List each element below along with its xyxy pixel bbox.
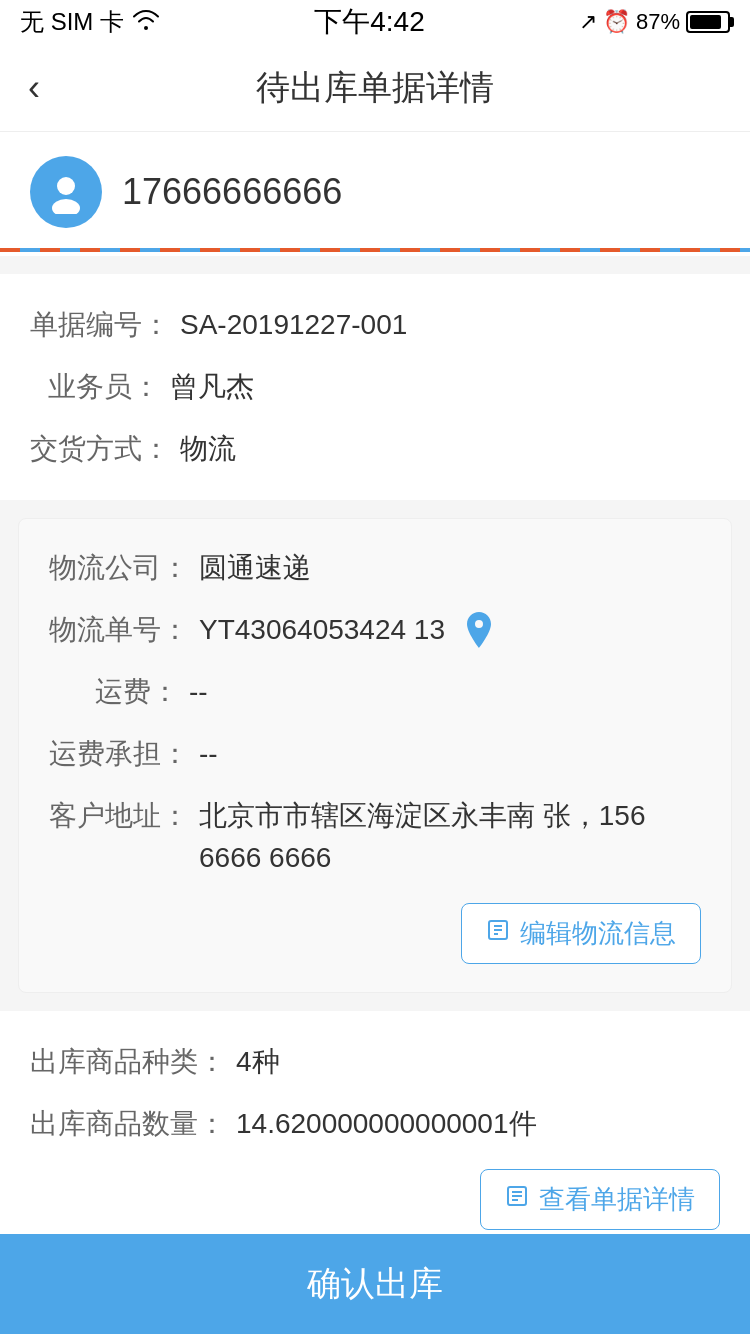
doc-number-label: 单据编号： [30,304,180,346]
product-quantity-label: 出库商品数量： [30,1103,236,1145]
map-pin-icon[interactable] [461,612,497,648]
product-types-row: 出库商品种类： 4种 [30,1041,720,1083]
basic-info-section: 单据编号： SA-20191227-001 业务员： 曾凡杰 交货方式： 物流 [0,274,750,500]
tracking-number-value: YT43064053424 13 [199,609,701,651]
sales-person-row: 业务员： 曾凡杰 [30,366,720,408]
avatar [30,156,102,228]
sales-person-value: 曾凡杰 [170,366,720,408]
tracking-number-row: 物流单号： YT43064053424 13 [49,609,701,651]
product-types-label: 出库商品种类： [30,1041,236,1083]
logistics-section: 物流公司： 圆通速递 物流单号： YT43064053424 13 运费： --… [18,518,732,993]
battery-icon [686,11,730,33]
freight-value: -- [189,671,701,713]
carrier-text: 无 SIM 卡 [20,6,124,38]
delivery-method-value: 物流 [180,428,720,470]
nav-bar: ‹ 待出库单据详情 [0,44,750,132]
address-value: 北京市市辖区海淀区永丰南 张，156 6666 6666 [199,795,701,879]
freight-label: 运费： [49,671,189,713]
alarm-icon: ⏰ [603,9,630,35]
customer-header: 17666666666 [0,132,750,256]
status-right: ↗ ⏰ 87% [579,9,730,35]
view-detail-btn-wrap: 查看单据详情 [30,1169,720,1230]
product-types-value: 4种 [236,1041,720,1083]
battery-percentage: 87% [636,9,680,35]
address-label: 客户地址： [49,795,199,837]
logistics-company-row: 物流公司： 圆通速递 [49,547,701,589]
logistics-company-label: 物流公司： [49,547,199,589]
logistics-company-value: 圆通速递 [199,547,701,589]
doc-number-row: 单据编号： SA-20191227-001 [30,304,720,346]
product-quantity-row: 出库商品数量： 14.620000000000001件 [30,1103,720,1145]
edit-logistics-btn-wrap: 编辑物流信息 [49,903,701,964]
status-bar: 无 SIM 卡 下午4:42 ↗ ⏰ 87% [0,0,750,44]
freight-bearer-label: 运费承担： [49,733,199,775]
delivery-method-label: 交货方式： [30,428,180,470]
battery-fill [690,15,721,29]
address-row: 客户地址： 北京市市辖区海淀区永丰南 张，156 6666 6666 [49,795,701,879]
edit-icon [486,918,510,949]
view-detail-button[interactable]: 查看单据详情 [480,1169,720,1230]
product-section: 出库商品种类： 4种 出库商品数量： 14.620000000000001件 查… [0,1011,750,1260]
freight-bearer-value: -- [199,733,701,775]
back-button[interactable]: ‹ [28,67,40,109]
location-status-icon: ↗ [579,9,597,35]
wifi-icon [132,8,160,36]
product-quantity-value: 14.620000000000001件 [236,1103,720,1145]
tracking-number-label: 物流单号： [49,609,199,651]
list-icon [505,1184,529,1215]
edit-logistics-button[interactable]: 编辑物流信息 [461,903,701,964]
sales-person-label: 业务员： [30,366,170,408]
svg-point-1 [52,199,80,214]
status-left: 无 SIM 卡 [20,6,160,38]
doc-number-value: SA-20191227-001 [180,304,720,346]
freight-bearer-row: 运费承担： -- [49,733,701,775]
status-time: 下午4:42 [314,3,425,41]
svg-point-0 [57,177,75,195]
delivery-method-row: 交货方式： 物流 [30,428,720,470]
freight-row: 运费： -- [49,671,701,713]
page-title: 待出库单据详情 [256,65,494,111]
confirm-button-label: 确认出库 [307,1261,443,1307]
confirm-bar[interactable]: 确认出库 [0,1234,750,1334]
customer-phone: 17666666666 [122,171,342,213]
